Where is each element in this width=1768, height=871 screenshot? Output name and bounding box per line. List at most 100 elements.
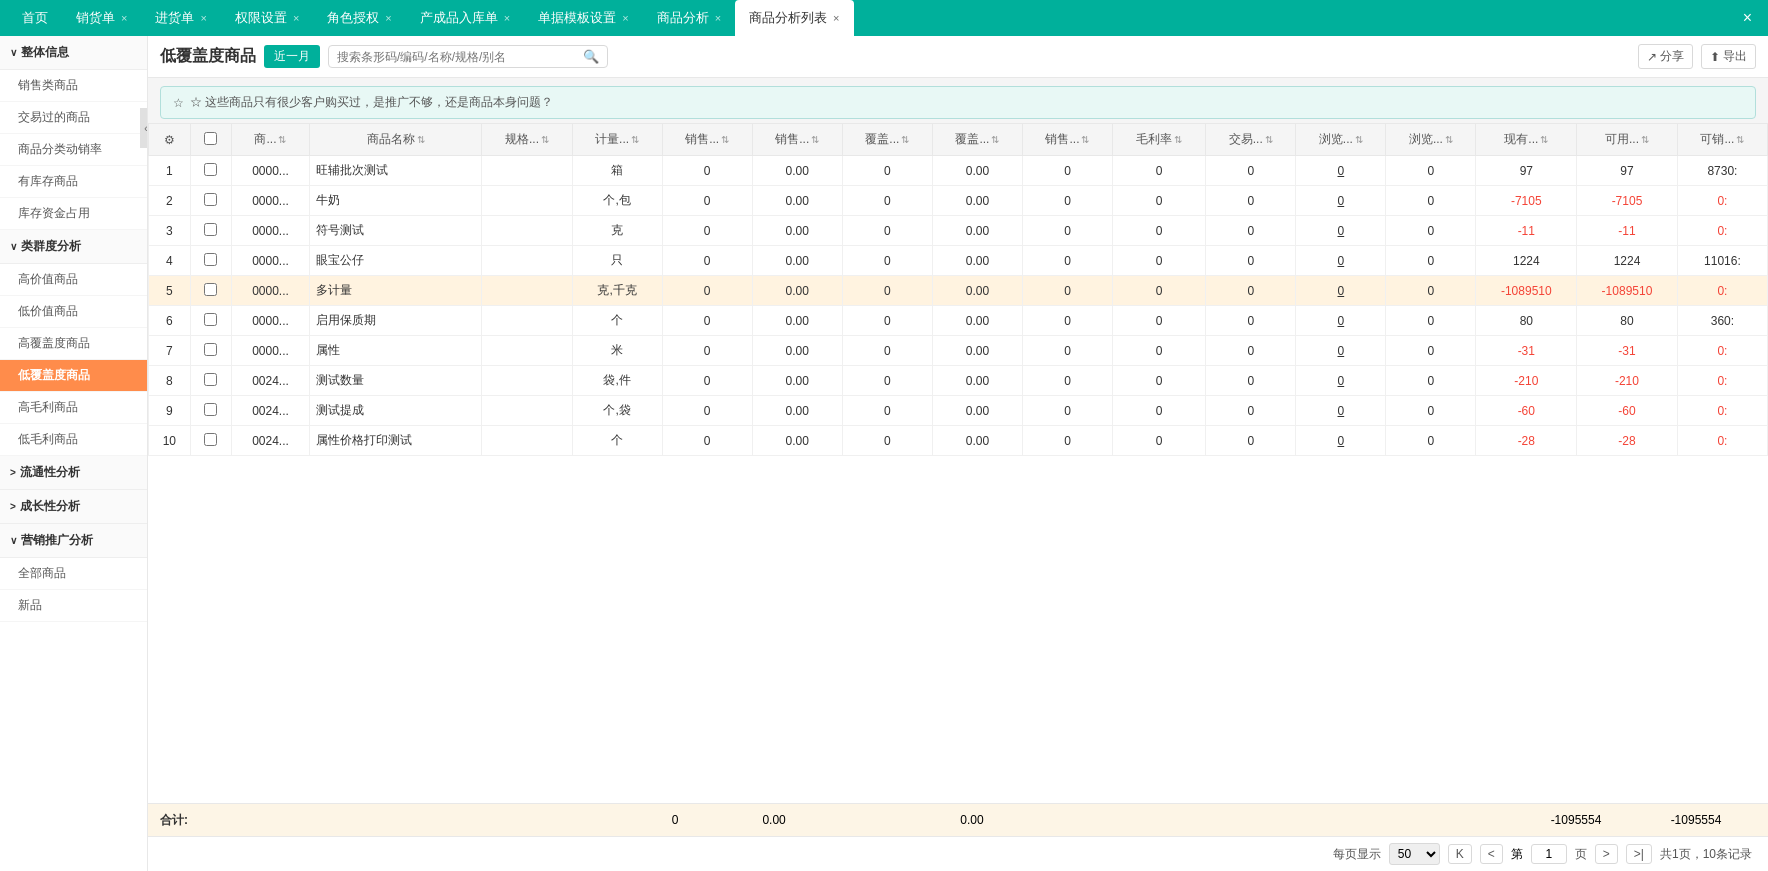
sidebar-item-in-stock-goods[interactable]: 有库存商品 (0, 166, 147, 198)
cell-browse1[interactable]: 0 (1296, 306, 1386, 336)
nav-tab-template-settings[interactable]: 单据模板设置 × (524, 0, 642, 36)
close-icon[interactable]: × (293, 12, 299, 24)
share-button[interactable]: ↗ 分享 (1638, 44, 1693, 69)
sidebar-section-overall[interactable]: ∨ 整体信息 (0, 36, 147, 70)
nav-tab-permissions[interactable]: 权限设置 × (221, 0, 313, 36)
cell-browse1[interactable]: 0 (1296, 246, 1386, 276)
row-checkbox[interactable] (204, 403, 217, 416)
sidebar-section-liquidity[interactable]: > 流通性分析 (0, 456, 147, 490)
col-available-stock[interactable]: 可用...⇅ (1577, 124, 1678, 156)
row-checkbox[interactable] (204, 193, 217, 206)
cell-checkbox[interactable] (190, 366, 231, 396)
close-icon[interactable]: × (715, 12, 721, 24)
prev-page-button[interactable]: < (1480, 844, 1503, 864)
nav-tab-product-analysis-list[interactable]: 商品分析列表 × (735, 0, 853, 36)
col-gross-margin[interactable]: 毛利率⇅ (1113, 124, 1206, 156)
next-page-button[interactable]: > (1595, 844, 1618, 864)
nav-tab-finished-goods[interactable]: 产成品入库单 × (406, 0, 524, 36)
col-sales3[interactable]: 销售...⇅ (1022, 124, 1112, 156)
cell-index: 6 (149, 306, 191, 336)
last-page-button[interactable]: >| (1626, 844, 1652, 864)
col-current-stock[interactable]: 现有...⇅ (1476, 124, 1577, 156)
cell-checkbox[interactable] (190, 336, 231, 366)
close-icon[interactable]: × (385, 12, 391, 24)
close-icon[interactable]: × (200, 12, 206, 24)
cell-browse1[interactable]: 0 (1296, 186, 1386, 216)
row-checkbox[interactable] (204, 433, 217, 446)
sidebar-item-low-margin[interactable]: 低毛利商品 (0, 424, 147, 456)
filter-date-button[interactable]: 近一月 (264, 45, 320, 68)
col-spec[interactable]: 规格...⇅ (482, 124, 572, 156)
cell-browse1[interactable]: 0 (1296, 276, 1386, 306)
search-input[interactable] (337, 50, 583, 64)
sidebar-item-category-sales-rate[interactable]: 商品分类动销率 (0, 134, 147, 166)
sidebar-section-growth[interactable]: > 成长性分析 (0, 490, 147, 524)
sidebar-item-traded-goods[interactable]: 交易过的商品 (0, 102, 147, 134)
cell-checkbox[interactable] (190, 396, 231, 426)
close-icon[interactable]: × (622, 12, 628, 24)
row-checkbox[interactable] (204, 163, 217, 176)
cell-browse1[interactable]: 0 (1296, 336, 1386, 366)
first-page-button[interactable]: K (1448, 844, 1472, 864)
cell-index: 10 (149, 426, 191, 456)
page-size-select[interactable]: 50 100 200 (1389, 843, 1440, 865)
cell-browse1[interactable]: 0 (1296, 156, 1386, 186)
col-browse2[interactable]: 浏览...⇅ (1386, 124, 1476, 156)
sidebar-item-sales-goods[interactable]: 销售类商品 (0, 70, 147, 102)
cell-browse1[interactable]: 0 (1296, 216, 1386, 246)
sidebar-section-cluster[interactable]: ∨ 类群度分析 (0, 230, 147, 264)
cell-checkbox[interactable] (190, 216, 231, 246)
cell-checkbox[interactable] (190, 246, 231, 276)
sidebar-item-low-coverage[interactable]: 低覆盖度商品 (0, 360, 147, 392)
col-unit[interactable]: 计量...⇅ (572, 124, 662, 156)
col-sales-amt[interactable]: 销售...⇅ (752, 124, 842, 156)
sidebar-item-new-goods[interactable]: 新品 (0, 590, 147, 622)
close-icon[interactable]: × (504, 12, 510, 24)
sidebar-section-marketing[interactable]: ∨ 营销推广分析 (0, 524, 147, 558)
cell-index: 2 (149, 186, 191, 216)
nav-tab-home[interactable]: 首页 (8, 0, 62, 36)
sidebar-item-high-margin[interactable]: 高毛利商品 (0, 392, 147, 424)
row-checkbox[interactable] (204, 373, 217, 386)
col-saleable[interactable]: 可销...⇅ (1677, 124, 1767, 156)
close-icon[interactable]: × (833, 12, 839, 24)
close-all-tabs[interactable]: × (1735, 9, 1760, 27)
close-icon[interactable]: × (121, 12, 127, 24)
col-code[interactable]: 商...⇅ (231, 124, 310, 156)
sidebar-item-low-value[interactable]: 低价值商品 (0, 296, 147, 328)
sidebar-item-all-goods[interactable]: 全部商品 (0, 558, 147, 590)
cell-checkbox[interactable] (190, 186, 231, 216)
row-checkbox[interactable] (204, 283, 217, 296)
row-checkbox[interactable] (204, 313, 217, 326)
cell-transaction: 0 (1206, 306, 1296, 336)
col-coverage1[interactable]: 覆盖...⇅ (842, 124, 932, 156)
row-checkbox[interactable] (204, 253, 217, 266)
cell-checkbox[interactable] (190, 306, 231, 336)
col-settings[interactable]: ⚙ (149, 124, 191, 156)
sidebar-item-high-coverage[interactable]: 高覆盖度商品 (0, 328, 147, 360)
col-sales-qty[interactable]: 销售...⇅ (662, 124, 752, 156)
current-page-input[interactable] (1531, 844, 1567, 864)
nav-tab-roles[interactable]: 角色授权 × (313, 0, 405, 36)
cell-browse1[interactable]: 0 (1296, 366, 1386, 396)
export-button[interactable]: ⬆ 导出 (1701, 44, 1756, 69)
col-browse1[interactable]: 浏览...⇅ (1296, 124, 1386, 156)
nav-tab-purchase[interactable]: 进货单 × (141, 0, 220, 36)
col-coverage2[interactable]: 覆盖...⇅ (932, 124, 1022, 156)
nav-tab-sales[interactable]: 销货单 × (62, 0, 141, 36)
sidebar-item-high-value[interactable]: 高价值商品 (0, 264, 147, 296)
row-checkbox[interactable] (204, 343, 217, 356)
cell-checkbox[interactable] (190, 276, 231, 306)
select-all-checkbox[interactable] (204, 132, 217, 145)
cell-checkbox[interactable] (190, 156, 231, 186)
sidebar-collapse-button[interactable]: « (140, 108, 148, 148)
cell-browse1[interactable]: 0 (1296, 426, 1386, 456)
sidebar-item-inventory-funds[interactable]: 库存资金占用 (0, 198, 147, 230)
nav-tab-product-analysis[interactable]: 商品分析 × (643, 0, 735, 36)
row-checkbox[interactable] (204, 223, 217, 236)
cell-checkbox[interactable] (190, 426, 231, 456)
cell-browse1[interactable]: 0 (1296, 396, 1386, 426)
col-transaction[interactable]: 交易...⇅ (1206, 124, 1296, 156)
col-checkbox[interactable] (190, 124, 231, 156)
col-name[interactable]: 商品名称⇅ (310, 124, 482, 156)
